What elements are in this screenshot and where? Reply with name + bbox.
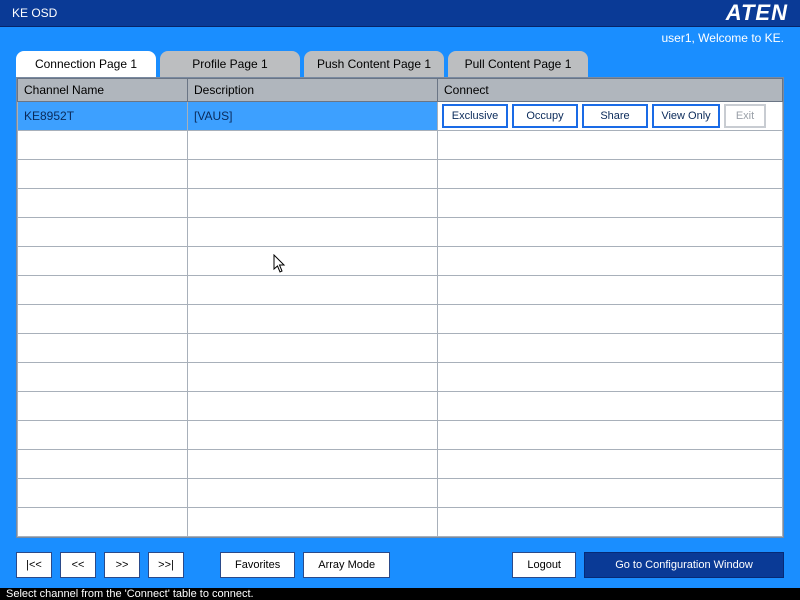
- exclusive-button[interactable]: Exclusive: [442, 104, 508, 128]
- cell-empty: [188, 479, 438, 508]
- cell-empty: [438, 305, 783, 334]
- tab-connection[interactable]: Connection Page 1: [16, 51, 156, 77]
- main-panel: Channel Name Description Connect KE8952T…: [16, 77, 784, 538]
- cell-empty: [18, 508, 188, 537]
- window-title: KE OSD: [12, 6, 726, 20]
- cell-connect: ExclusiveOccupyShareView OnlyExit: [438, 102, 783, 131]
- cell-empty: [18, 479, 188, 508]
- cell-empty: [18, 450, 188, 479]
- table-row[interactable]: [18, 189, 783, 218]
- table-row[interactable]: [18, 131, 783, 160]
- cell-empty: [188, 363, 438, 392]
- table-row[interactable]: [18, 305, 783, 334]
- tab-profile[interactable]: Profile Page 1: [160, 51, 300, 77]
- cell-empty: [438, 160, 783, 189]
- table-row[interactable]: [18, 218, 783, 247]
- table-row[interactable]: [18, 276, 783, 305]
- cell-empty: [188, 218, 438, 247]
- cell-empty: [18, 189, 188, 218]
- cell-empty: [18, 218, 188, 247]
- col-header-description[interactable]: Description: [188, 79, 438, 102]
- cell-empty: [18, 363, 188, 392]
- cell-empty: [438, 276, 783, 305]
- table-row[interactable]: [18, 508, 783, 537]
- cell-empty: [188, 392, 438, 421]
- table-row[interactable]: [18, 421, 783, 450]
- cell-empty: [188, 160, 438, 189]
- cell-empty: [188, 276, 438, 305]
- cell-empty: [438, 218, 783, 247]
- table-row[interactable]: KE8952T[VAUS]ExclusiveOccupyShareView On…: [18, 102, 783, 131]
- status-bar: Select channel from the 'Connect' table …: [0, 588, 800, 600]
- exit-button: Exit: [724, 104, 766, 128]
- cell-empty: [18, 247, 188, 276]
- cell-empty: [438, 334, 783, 363]
- cell-channel: KE8952T: [18, 102, 188, 131]
- nav-prev-button[interactable]: <<: [60, 552, 96, 578]
- cell-empty: [438, 247, 783, 276]
- favorites-button[interactable]: Favorites: [220, 552, 295, 578]
- table-row[interactable]: [18, 160, 783, 189]
- bottom-toolbar: |<< << >> >>| Favorites Array Mode Logou…: [0, 546, 800, 588]
- table-row[interactable]: [18, 247, 783, 276]
- table-row[interactable]: [18, 334, 783, 363]
- brand-logo: ATEN: [726, 0, 788, 26]
- cell-empty: [188, 247, 438, 276]
- cell-empty: [18, 160, 188, 189]
- cell-empty: [438, 363, 783, 392]
- cell-empty: [188, 450, 438, 479]
- nav-next-button[interactable]: >>: [104, 552, 140, 578]
- table-row[interactable]: [18, 363, 783, 392]
- cell-empty: [188, 421, 438, 450]
- tab-push-content[interactable]: Push Content Page 1: [304, 51, 444, 77]
- cell-empty: [438, 392, 783, 421]
- cell-empty: [18, 305, 188, 334]
- cell-empty: [188, 131, 438, 160]
- cell-empty: [188, 189, 438, 218]
- array-mode-button[interactable]: Array Mode: [303, 552, 390, 578]
- cell-empty: [438, 479, 783, 508]
- channel-table: Channel Name Description Connect KE8952T…: [17, 78, 783, 537]
- cell-empty: [18, 131, 188, 160]
- cell-empty: [18, 392, 188, 421]
- cell-empty: [438, 508, 783, 537]
- cell-empty: [18, 421, 188, 450]
- tab-strip: Connection Page 1 Profile Page 1 Push Co…: [0, 45, 800, 77]
- cell-empty: [438, 450, 783, 479]
- cell-empty: [438, 189, 783, 218]
- col-header-connect[interactable]: Connect: [438, 79, 783, 102]
- cell-empty: [188, 508, 438, 537]
- table-row[interactable]: [18, 450, 783, 479]
- cell-empty: [188, 305, 438, 334]
- col-header-channel[interactable]: Channel Name: [18, 79, 188, 102]
- table-row[interactable]: [18, 479, 783, 508]
- logout-button[interactable]: Logout: [512, 552, 576, 578]
- cell-empty: [18, 334, 188, 363]
- view-only-button[interactable]: View Only: [652, 104, 720, 128]
- share-button[interactable]: Share: [582, 104, 648, 128]
- cell-empty: [188, 334, 438, 363]
- configuration-window-button[interactable]: Go to Configuration Window: [584, 552, 784, 578]
- occupy-button[interactable]: Occupy: [512, 104, 578, 128]
- cell-empty: [438, 131, 783, 160]
- nav-first-button[interactable]: |<<: [16, 552, 52, 578]
- welcome-text: user1, Welcome to KE.: [0, 27, 800, 45]
- cell-description: [VAUS]: [188, 102, 438, 131]
- tab-pull-content[interactable]: Pull Content Page 1: [448, 51, 588, 77]
- cell-empty: [438, 421, 783, 450]
- table-row[interactable]: [18, 392, 783, 421]
- nav-last-button[interactable]: >>|: [148, 552, 184, 578]
- cell-empty: [18, 276, 188, 305]
